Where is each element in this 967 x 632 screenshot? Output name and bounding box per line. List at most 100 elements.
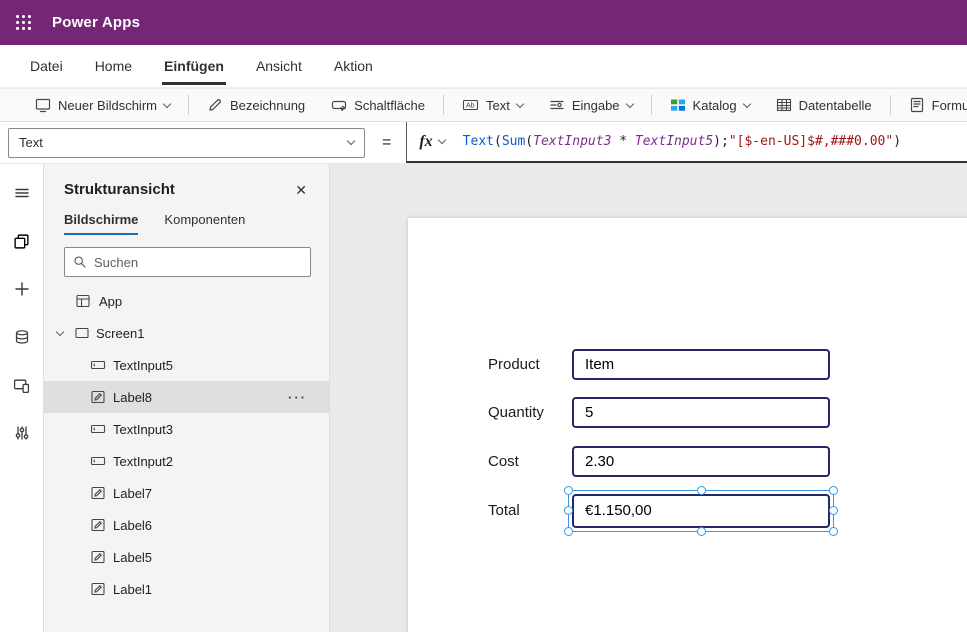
tree-item-textinput3[interactable]: TextInput3 [44,413,329,445]
tree-item-label: Screen1 [96,325,145,341]
property-selector[interactable]: Text [8,127,365,158]
selection-handle[interactable] [696,485,706,495]
close-icon[interactable]: ✕ [295,183,307,197]
selection-handle[interactable] [564,526,573,536]
tab-screens[interactable]: Bildschirme [64,212,139,235]
panel-title: Strukturansicht [64,181,175,198]
tree-item-label: TextInput3 [113,421,173,437]
canvas-textinput-cost[interactable]: 2.30 [572,446,830,477]
tree-item-label8[interactable]: Label8 ··· [44,381,329,413]
label-control-icon [90,389,106,405]
fx-button[interactable]: fx [419,133,446,151]
plus-icon [14,282,29,296]
more-options-button[interactable]: ··· [288,390,307,405]
label-control-icon [90,581,106,597]
advanced-tools-button[interactable] [6,417,38,449]
chevron-down-icon [625,99,634,108]
text-input-icon [90,453,106,469]
waffle-icon [15,15,31,30]
formula-bar: Text = fx Text(Sum(TextInput3 * TextInpu… [0,122,967,164]
structure-panel: Strukturansicht ✕ Bildschirme Komponente… [44,164,330,632]
label-control-icon [90,485,106,501]
tree-item-app[interactable]: App [44,285,329,317]
tree-item-textinput2[interactable]: TextInput2 [44,445,329,477]
tab-components[interactable]: Komponenten [164,212,245,235]
button-button[interactable]: Schaltfläche [318,89,438,121]
formula-token: ); [713,134,729,149]
tree-view-button[interactable] [6,225,38,257]
chevron-down-icon [162,99,172,108]
chevron-down-icon [346,136,356,146]
ribbon-item-label: Katalog [692,97,737,113]
menubar: Datei Home Einfügen Ansicht Aktion [0,45,967,88]
divider [187,95,189,115]
ribbon-item-label: Eingabe [571,97,620,113]
formula-input[interactable]: Text(Sum(TextInput3 * TextInput5);"[$-en… [463,134,901,149]
gallery-icon [670,97,686,113]
formula-token: ( [493,134,502,149]
svg-text:Ab: Ab [466,103,475,110]
forms-icon [909,97,925,113]
waffle-menu-button[interactable] [0,0,46,45]
canvas-label-total[interactable]: Total [488,502,572,519]
menu-item-einfuegen[interactable]: Einfügen [162,56,226,85]
tree-item-textinput5[interactable]: TextInput5 [44,349,329,381]
media-button[interactable] [6,369,38,401]
selection-handle[interactable] [829,506,838,515]
hamburger-menu-button[interactable] [6,177,38,209]
property-selector-value: Text [19,135,43,150]
canvas-label-cost[interactable]: Cost [488,453,572,470]
screen-tree: App Screen1 TextInput5 Label8 ··· TextIn… [44,285,329,605]
canvas-label-total-value-selected[interactable]: €1.150,00 [564,485,838,536]
textinput-value: 5 [585,404,594,421]
screen-icon [74,325,90,341]
selection-handle[interactable] [564,485,573,495]
canvas-label-quantity[interactable]: Quantity [488,404,572,421]
data-sources-button[interactable] [6,321,38,353]
canvas-textinput-quantity[interactable]: 5 [572,397,830,428]
tree-item-label: Label8 [113,389,153,405]
divider [442,95,444,115]
canvas-label-product[interactable]: Product [488,356,572,373]
canvas-textinput-product[interactable]: Item [572,349,830,380]
forms-button[interactable]: Formulare [896,89,967,121]
selection-handle[interactable] [829,526,838,536]
insert-ribbon: Neuer Bildschirm Bezeichnung Schaltfläch… [0,88,967,122]
new-screen-button[interactable]: Neuer Bildschirm [22,89,183,121]
tree-item-label5[interactable]: Label5 [44,541,329,573]
divider [889,95,891,115]
formula-token: Text [462,134,494,149]
menu-item-ansicht[interactable]: Ansicht [254,56,304,76]
selection-handle[interactable] [696,526,706,536]
app-header: Power Apps [0,0,967,45]
label-button[interactable]: Bezeichnung [194,89,318,121]
menu-item-home[interactable]: Home [93,56,134,76]
search-box [64,247,311,277]
gallery-dropdown-button[interactable]: Katalog [657,89,763,121]
input-dropdown-button[interactable]: Eingabe [536,89,646,121]
new-screen-icon [35,97,51,113]
tree-item-label7[interactable]: Label7 [44,477,329,509]
text-dropdown-button[interactable]: Ab Text [449,89,536,121]
selection-handle[interactable] [564,506,573,515]
menu-item-datei[interactable]: Datei [28,56,65,76]
label-icon [207,97,223,113]
search-input[interactable] [94,254,302,270]
database-icon [15,330,28,344]
tree-view-icon [14,233,29,249]
app-title: Power Apps [52,14,141,31]
button-control-icon [331,97,347,113]
formula-token: * [611,134,635,149]
selection-handle[interactable] [829,485,838,495]
equals-sign: = [382,133,392,151]
menu-item-aktion[interactable]: Aktion [332,56,375,76]
datatable-icon [776,97,792,113]
insert-button[interactable] [6,273,38,305]
chevron-down-icon[interactable] [55,327,65,336]
tree-item-screen1[interactable]: Screen1 [44,317,329,349]
datatable-button[interactable]: Datentabelle [763,89,885,121]
tree-item-label6[interactable]: Label6 [44,509,329,541]
textinput-value: 2.30 [585,453,615,470]
ribbon-item-label: Datentabelle [798,97,872,113]
tree-item-label1[interactable]: Label1 [44,573,329,605]
